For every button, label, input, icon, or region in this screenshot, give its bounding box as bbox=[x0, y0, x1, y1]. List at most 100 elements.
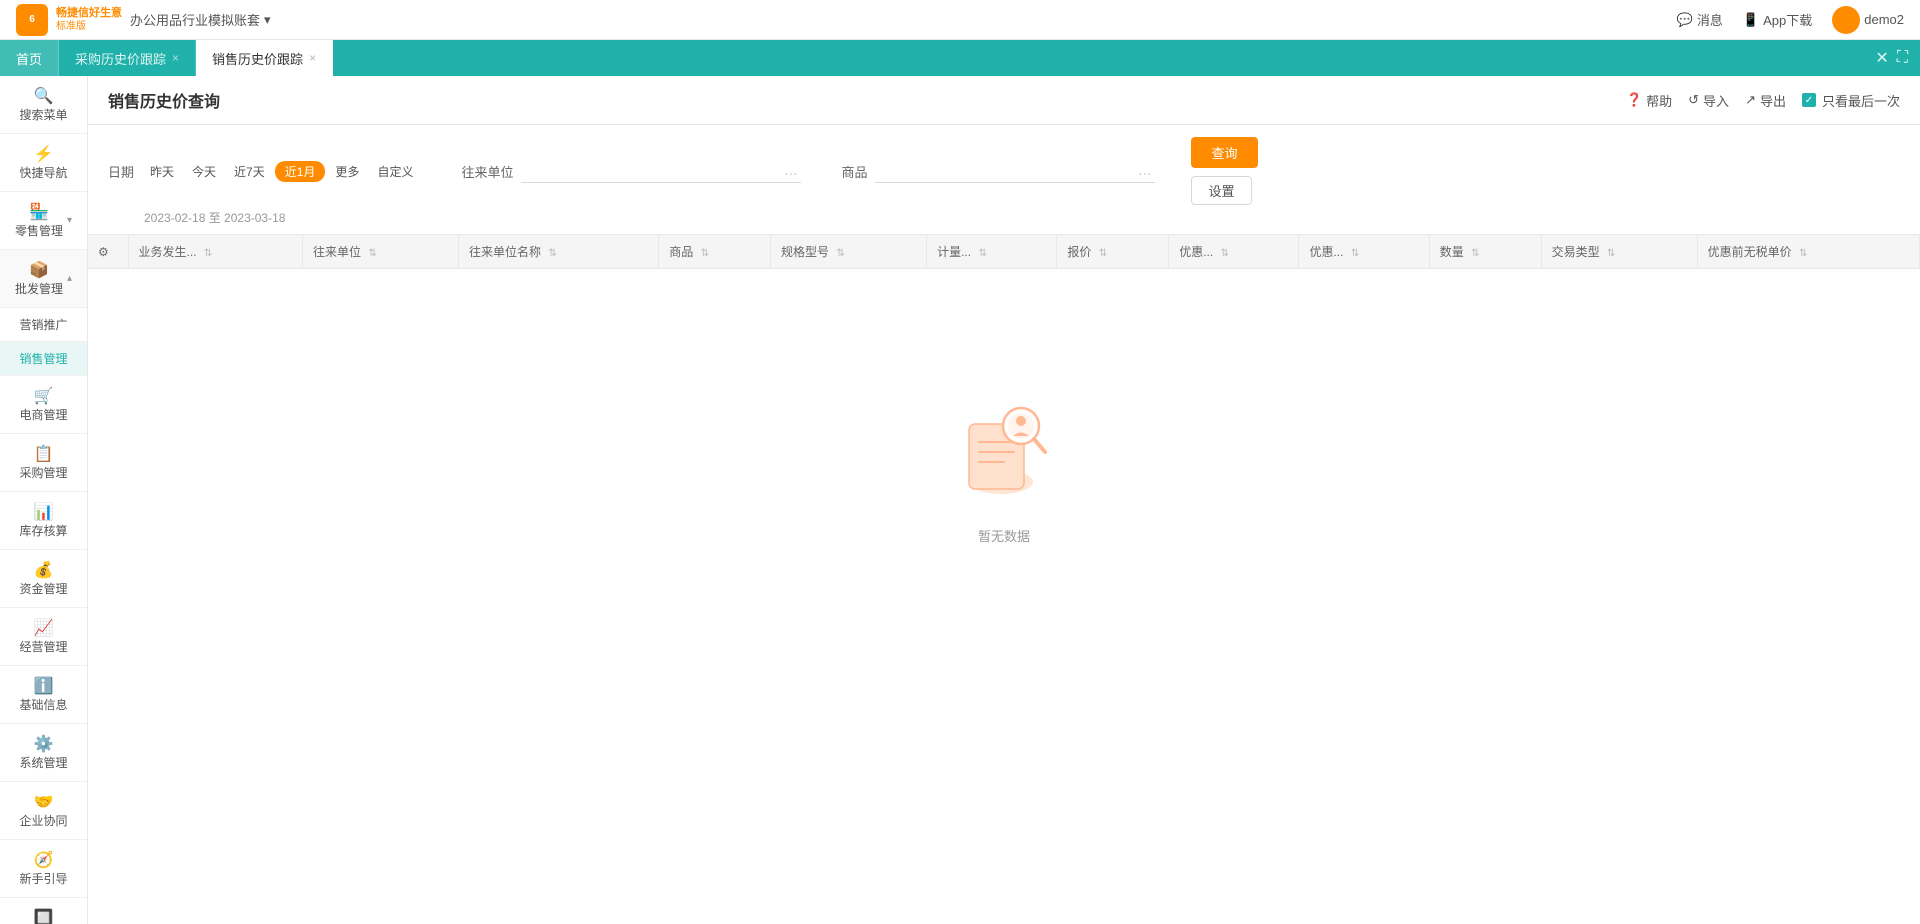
message-button[interactable]: 💬 消息 bbox=[1677, 10, 1723, 29]
retail-icon: 🏪 bbox=[29, 202, 49, 222]
apps-icon: 🔲 bbox=[4, 908, 83, 924]
th-discount1[interactable]: 优惠... ⇅ bbox=[1169, 235, 1299, 269]
th-pretax-price[interactable]: 优惠前无税单价 ⇅ bbox=[1697, 235, 1919, 269]
product-input-wrap: ... bbox=[875, 160, 1155, 183]
sidebar-item-cooperation[interactable]: 🤝 企业协同 bbox=[0, 782, 87, 840]
date-filter-label: 日期 bbox=[108, 162, 134, 181]
maximize-button[interactable]: ⛶ bbox=[1897, 49, 1908, 67]
sort-icon-unit: ⇅ bbox=[978, 248, 986, 259]
download-icon: 📱 bbox=[1743, 12, 1759, 28]
empty-state: 暂无数据 bbox=[88, 269, 1920, 669]
tab-sales-history[interactable]: 销售历史价跟踪 × bbox=[196, 40, 333, 76]
empty-state-image bbox=[949, 394, 1059, 504]
workspace-selector[interactable]: 办公用品行业模拟账套 ▾ bbox=[130, 10, 271, 29]
chevron-down-icon: ▾ bbox=[264, 12, 271, 28]
date-btn-7days[interactable]: 近7天 bbox=[226, 161, 273, 182]
sort-icon-discount1: ⇅ bbox=[1221, 248, 1229, 259]
settings-button[interactable]: 设置 bbox=[1191, 176, 1251, 205]
counterparty-dots[interactable]: ... bbox=[784, 162, 797, 180]
tab-actions: ✕ ⛶ bbox=[1875, 48, 1920, 68]
sidebar-item-purchase[interactable]: 📋 采购管理 bbox=[0, 434, 87, 492]
cooperation-icon: 🤝 bbox=[4, 792, 83, 812]
sort-icon-trade-type: ⇅ bbox=[1607, 248, 1615, 259]
sidebar-item-sales-mgmt[interactable]: 销售管理 bbox=[0, 342, 87, 376]
sidebar-item-operation[interactable]: 📈 经营管理 bbox=[0, 608, 87, 666]
th-biz-date[interactable]: 业务发生... ⇅ bbox=[128, 235, 302, 269]
query-button[interactable]: 查询 bbox=[1191, 137, 1257, 168]
table-header: ⚙ 业务发生... ⇅ 往来单位 ⇅ 往来单位名称 ⇅ bbox=[88, 235, 1920, 269]
tab-home[interactable]: 首页 bbox=[0, 40, 59, 76]
avatar-circle bbox=[1832, 6, 1860, 34]
th-settings[interactable]: ⚙ bbox=[88, 235, 128, 269]
top-bar-left: 6 畅捷信好生意 标准版 办公用品行业模拟账套 ▾ bbox=[16, 4, 271, 36]
sort-icon-spec: ⇅ bbox=[836, 248, 844, 259]
th-counterparty-code[interactable]: 往来单位 ⇅ bbox=[302, 235, 458, 269]
empty-state-svg bbox=[949, 394, 1059, 504]
sidebar-item-marketing[interactable]: 营销推广 bbox=[0, 308, 87, 342]
th-quantity[interactable]: 数量 ⇅ bbox=[1429, 235, 1541, 269]
guide-icon: 🧭 bbox=[4, 850, 83, 870]
date-btn-yesterday[interactable]: 昨天 bbox=[142, 161, 182, 182]
user-avatar[interactable]: demo2 bbox=[1832, 6, 1904, 34]
settings-gear-icon[interactable]: ⚙ bbox=[98, 245, 109, 259]
th-counterparty-name[interactable]: 往来单位名称 ⇅ bbox=[458, 235, 658, 269]
th-spec[interactable]: 规格型号 ⇅ bbox=[771, 235, 927, 269]
date-filter-group: 日期 昨天 今天 近7天 近1月 更多 自定义 bbox=[108, 161, 421, 182]
sidebar-item-apps[interactable]: 🔲 应用中心 bbox=[0, 898, 87, 924]
chevron-up-icon-wholesale: ▴ bbox=[67, 273, 72, 284]
counterparty-input-wrap: ... bbox=[521, 160, 801, 183]
sidebar-item-quick-nav[interactable]: ⚡ 快捷导航 bbox=[0, 134, 87, 192]
sidebar-item-retail[interactable]: 🏪 零售管理 ▾ bbox=[0, 192, 87, 250]
date-btn-1month[interactable]: 近1月 bbox=[275, 161, 326, 182]
product-input[interactable] bbox=[879, 163, 1134, 178]
date-btn-custom[interactable]: 自定义 bbox=[369, 161, 421, 182]
tab-sales-history-close[interactable]: × bbox=[309, 51, 316, 65]
sidebar-item-wholesale[interactable]: 📦 批发管理 ▴ bbox=[0, 250, 87, 308]
tab-purchase-history-close[interactable]: × bbox=[172, 51, 179, 65]
filter-bar: 日期 昨天 今天 近7天 近1月 更多 自定义 往来单位 ... bbox=[88, 125, 1920, 235]
tab-purchase-history[interactable]: 采购历史价跟踪 × bbox=[59, 40, 196, 76]
counterparty-filter-group: 往来单位 ... bbox=[461, 160, 801, 183]
top-bar-right: 💬 消息 📱 App下载 demo2 bbox=[1677, 6, 1904, 34]
app-download-button[interactable]: 📱 App下载 bbox=[1743, 10, 1812, 29]
help-button[interactable]: ❓ 帮助 bbox=[1626, 91, 1672, 110]
tab-bar: 首页 采购历史价跟踪 × 销售历史价跟踪 × ✕ ⛶ bbox=[0, 40, 1920, 76]
sort-icon-counterparty-code: ⇅ bbox=[368, 248, 376, 259]
th-unit[interactable]: 计量... ⇅ bbox=[927, 235, 1057, 269]
th-discount2[interactable]: 优惠... ⇅ bbox=[1299, 235, 1429, 269]
sidebar-item-guide[interactable]: 🧭 新手引导 bbox=[0, 840, 87, 898]
counterparty-filter-label: 往来单位 bbox=[461, 162, 513, 181]
only-last-checkbox-group[interactable]: 只看最后一次 bbox=[1802, 91, 1900, 110]
export-button[interactable]: ↗ 导出 bbox=[1745, 91, 1786, 110]
date-btn-today[interactable]: 今天 bbox=[184, 161, 224, 182]
counterparty-input[interactable] bbox=[525, 163, 780, 178]
sidebar-item-basic-info[interactable]: ℹ️ 基础信息 bbox=[0, 666, 87, 724]
date-options: 昨天 今天 近7天 近1月 更多 自定义 bbox=[142, 161, 421, 182]
sidebar-item-search[interactable]: 🔍 搜索菜单 bbox=[0, 76, 87, 134]
product-dots[interactable]: ... bbox=[1138, 162, 1151, 180]
import-button[interactable]: ↺ 导入 bbox=[1688, 91, 1729, 110]
only-last-checkbox[interactable] bbox=[1802, 93, 1816, 107]
close-all-tabs-button[interactable]: ✕ bbox=[1875, 48, 1888, 68]
sort-icon-biz-date: ⇅ bbox=[204, 248, 212, 259]
sidebar-item-ecommerce[interactable]: 🛒 电商管理 bbox=[0, 376, 87, 434]
th-product[interactable]: 商品 ⇅ bbox=[659, 235, 771, 269]
content-area: 销售历史价查询 ❓ 帮助 ↺ 导入 ↗ 导出 只看最后一次 bbox=[88, 76, 1920, 924]
wholesale-icon: 📦 bbox=[29, 260, 49, 280]
sidebar-item-finance[interactable]: 💰 资金管理 bbox=[0, 550, 87, 608]
purchase-icon: 📋 bbox=[4, 444, 83, 464]
filter-row: 日期 昨天 今天 近7天 近1月 更多 自定义 往来单位 ... bbox=[108, 137, 1900, 205]
app-logo: 6 bbox=[16, 4, 48, 36]
th-quote[interactable]: 报价 ⇅ bbox=[1057, 235, 1169, 269]
sort-icon-product: ⇅ bbox=[701, 248, 709, 259]
table-container: ⚙ 业务发生... ⇅ 往来单位 ⇅ 往来单位名称 ⇅ bbox=[88, 235, 1920, 924]
page-title: 销售历史价查询 bbox=[108, 88, 220, 112]
help-icon: ❓ bbox=[1626, 92, 1642, 108]
main-layout: 🔍 搜索菜单 ⚡ 快捷导航 🏪 零售管理 ▾ 📦 批发管理 ▴ 营销推广 销售管… bbox=[0, 76, 1920, 924]
date-btn-more[interactable]: 更多 bbox=[327, 161, 367, 182]
sidebar-item-system[interactable]: ⚙️ 系统管理 bbox=[0, 724, 87, 782]
data-table: ⚙ 业务发生... ⇅ 往来单位 ⇅ 往来单位名称 ⇅ bbox=[88, 235, 1920, 269]
top-bar: 6 畅捷信好生意 标准版 办公用品行业模拟账套 ▾ 💬 消息 📱 App下载 d… bbox=[0, 0, 1920, 40]
th-trade-type[interactable]: 交易类型 ⇅ bbox=[1541, 235, 1697, 269]
sidebar-item-inventory[interactable]: 📊 库存核算 bbox=[0, 492, 87, 550]
